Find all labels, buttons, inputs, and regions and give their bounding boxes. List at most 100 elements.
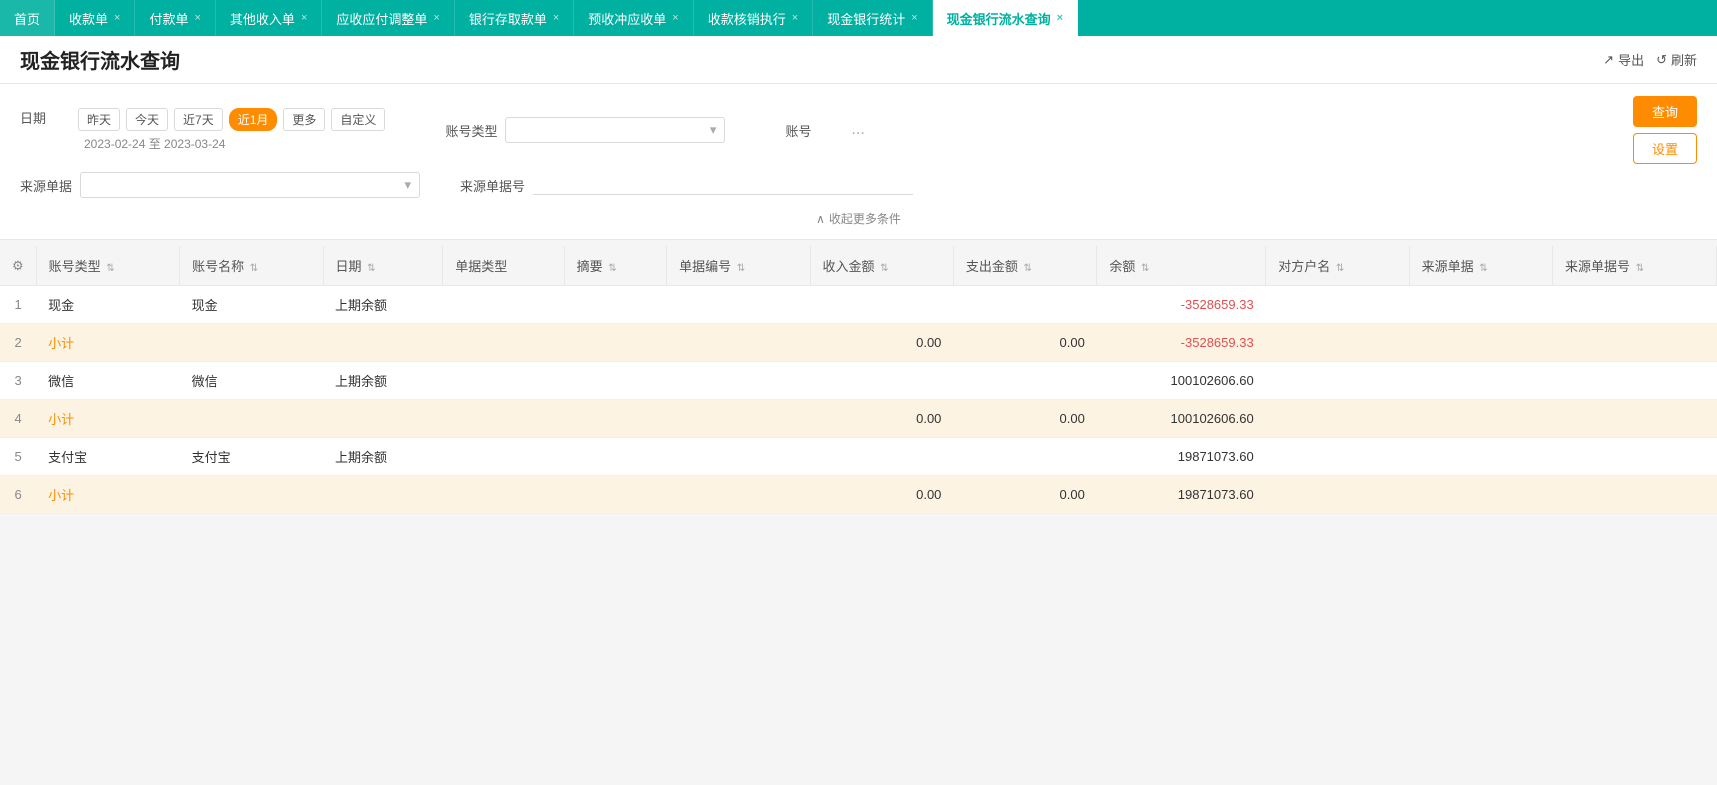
col-date: 日期 ⇅: [323, 246, 443, 286]
row-number: 2: [0, 324, 36, 362]
cell-expense: 0.00: [953, 400, 1096, 438]
cell-doc-type: [443, 400, 564, 438]
cell-account-type: 支付宝: [36, 438, 179, 476]
close-advance-icon[interactable]: ×: [672, 12, 678, 24]
filter-row-1: 日期 昨天 今天 近7天 近1月 更多 自定义 2023-02-24 至 202…: [20, 96, 1697, 164]
account-type-select[interactable]: ▾: [505, 117, 725, 143]
close-bank-deposit-icon[interactable]: ×: [553, 12, 559, 24]
cell-date: [323, 324, 443, 362]
header-actions: ↗ 导出 ↺ 刷新: [1603, 50, 1697, 69]
cell-date: 上期余额: [323, 286, 443, 324]
nav-flow-query[interactable]: 现金银行流水查询 ×: [933, 0, 1078, 36]
sort-counterparty-icon[interactable]: ⇅: [1336, 263, 1344, 274]
sort-expense-icon[interactable]: ⇅: [1024, 263, 1032, 274]
sort-doc-number-icon[interactable]: ⇅: [737, 263, 745, 274]
account-label: 账号: [785, 121, 835, 140]
source-doc-num-input-wrap: [533, 175, 913, 195]
query-button[interactable]: 查询: [1633, 96, 1697, 127]
sort-balance-icon[interactable]: ⇅: [1141, 263, 1149, 274]
collapse-conditions-button[interactable]: ∧ 收起更多条件: [20, 206, 1697, 231]
cell-account-type: 小计: [36, 476, 179, 514]
cell-source-doc: [1409, 362, 1552, 400]
cell-income: [810, 286, 953, 324]
table-row: 3微信微信上期余额100102606.60: [0, 362, 1717, 400]
source-doc-chevron-icon: ▾: [404, 177, 411, 193]
row-number: 3: [0, 362, 36, 400]
account-dots[interactable]: ...: [851, 121, 864, 139]
cell-doc-number: [667, 362, 810, 400]
col-source-doc: 来源单据 ⇅: [1409, 246, 1552, 286]
cell-account-type: 小计: [36, 324, 179, 362]
row-number: 4: [0, 400, 36, 438]
source-doc-num-input[interactable]: [533, 177, 913, 192]
cell-doc-type: [443, 324, 564, 362]
nav-payment[interactable]: 付款单 ×: [135, 0, 215, 36]
nav-home[interactable]: 首页: [0, 0, 55, 36]
close-payment-icon[interactable]: ×: [194, 12, 200, 24]
cell-source-doc-num: [1553, 476, 1717, 514]
col-source-doc-num: 来源单据号 ⇅: [1553, 246, 1717, 286]
close-other-income-icon[interactable]: ×: [301, 12, 307, 24]
export-button[interactable]: ↗ 导出: [1603, 50, 1644, 69]
chevron-up-icon: ∧: [816, 212, 825, 226]
nav-receipt[interactable]: 收款单 ×: [55, 0, 135, 36]
date-today[interactable]: 今天: [126, 108, 168, 131]
nav-adjustment[interactable]: 应收应付调整单 ×: [322, 0, 454, 36]
sort-source-doc-num-icon[interactable]: ⇅: [1636, 263, 1644, 274]
table-body: 1现金现金上期余额-3528659.332小计0.000.00-3528659.…: [0, 286, 1717, 514]
cell-doc-number: [667, 438, 810, 476]
refresh-button[interactable]: ↺ 刷新: [1656, 50, 1697, 69]
cell-counterparty: [1266, 438, 1409, 476]
sort-summary-icon[interactable]: ⇅: [608, 263, 616, 274]
cell-summary: [564, 286, 666, 324]
settings-button[interactable]: 设置: [1633, 133, 1697, 164]
cell-expense: 0.00: [953, 324, 1096, 362]
close-receipt-icon[interactable]: ×: [114, 12, 120, 24]
sort-account-name-icon[interactable]: ⇅: [250, 263, 258, 274]
col-doc-number: 单据编号 ⇅: [667, 246, 810, 286]
nav-stats[interactable]: 现金银行统计 ×: [813, 0, 932, 36]
cell-summary: [564, 362, 666, 400]
sort-account-type-icon[interactable]: ⇅: [106, 263, 114, 274]
close-stats-icon[interactable]: ×: [911, 12, 917, 24]
cell-counterparty: [1266, 400, 1409, 438]
account-type-chevron-icon: ▾: [710, 122, 717, 138]
date-1month[interactable]: 近1月: [229, 108, 278, 131]
close-flow-query-icon[interactable]: ×: [1057, 12, 1063, 24]
date-custom[interactable]: 自定义: [331, 108, 385, 131]
cell-source-doc-num: [1553, 400, 1717, 438]
export-icon: ↗: [1603, 52, 1614, 68]
column-settings-icon[interactable]: ⚙: [0, 246, 36, 286]
nav-other-income[interactable]: 其他收入单 ×: [216, 0, 322, 36]
cell-source-doc: [1409, 438, 1552, 476]
date-yesterday[interactable]: 昨天: [78, 108, 120, 131]
close-verification-icon[interactable]: ×: [792, 12, 798, 24]
table-header-row: ⚙ 账号类型 ⇅ 账号名称 ⇅ 日期 ⇅ 单据类型 摘要 ⇅ 单据编号 ⇅ 收入…: [0, 246, 1717, 286]
page-title: 现金银行流水查询: [20, 45, 180, 74]
sort-source-doc-icon[interactable]: ⇅: [1479, 263, 1487, 274]
nav-advance[interactable]: 预收冲应收单 ×: [574, 0, 693, 36]
nav-verification[interactable]: 收款核销执行 ×: [694, 0, 813, 36]
date-7days[interactable]: 近7天: [174, 108, 223, 131]
cell-date: 上期余额: [323, 362, 443, 400]
close-adjustment-icon[interactable]: ×: [433, 12, 439, 24]
cell-expense: [953, 286, 1096, 324]
filter-area: 日期 昨天 今天 近7天 近1月 更多 自定义 2023-02-24 至 202…: [0, 84, 1717, 240]
sort-income-icon[interactable]: ⇅: [880, 263, 888, 274]
cell-date: [323, 400, 443, 438]
cell-summary: [564, 476, 666, 514]
table-row: 4小计0.000.00100102606.60: [0, 400, 1717, 438]
cell-doc-type: [443, 362, 564, 400]
date-more[interactable]: 更多: [283, 108, 325, 131]
cell-doc-number: [667, 400, 810, 438]
nav-bank-deposit[interactable]: 银行存取款单 ×: [455, 0, 574, 36]
cell-summary: [564, 324, 666, 362]
date-label: 日期: [20, 108, 70, 127]
right-action-buttons: 查询 设置: [1633, 96, 1697, 164]
source-doc-select[interactable]: ▾: [80, 172, 420, 198]
cell-date: 上期余额: [323, 438, 443, 476]
cell-doc-number: [667, 286, 810, 324]
cell-expense: 0.00: [953, 476, 1096, 514]
sort-date-icon[interactable]: ⇅: [367, 263, 375, 274]
col-summary: 摘要 ⇅: [564, 246, 666, 286]
